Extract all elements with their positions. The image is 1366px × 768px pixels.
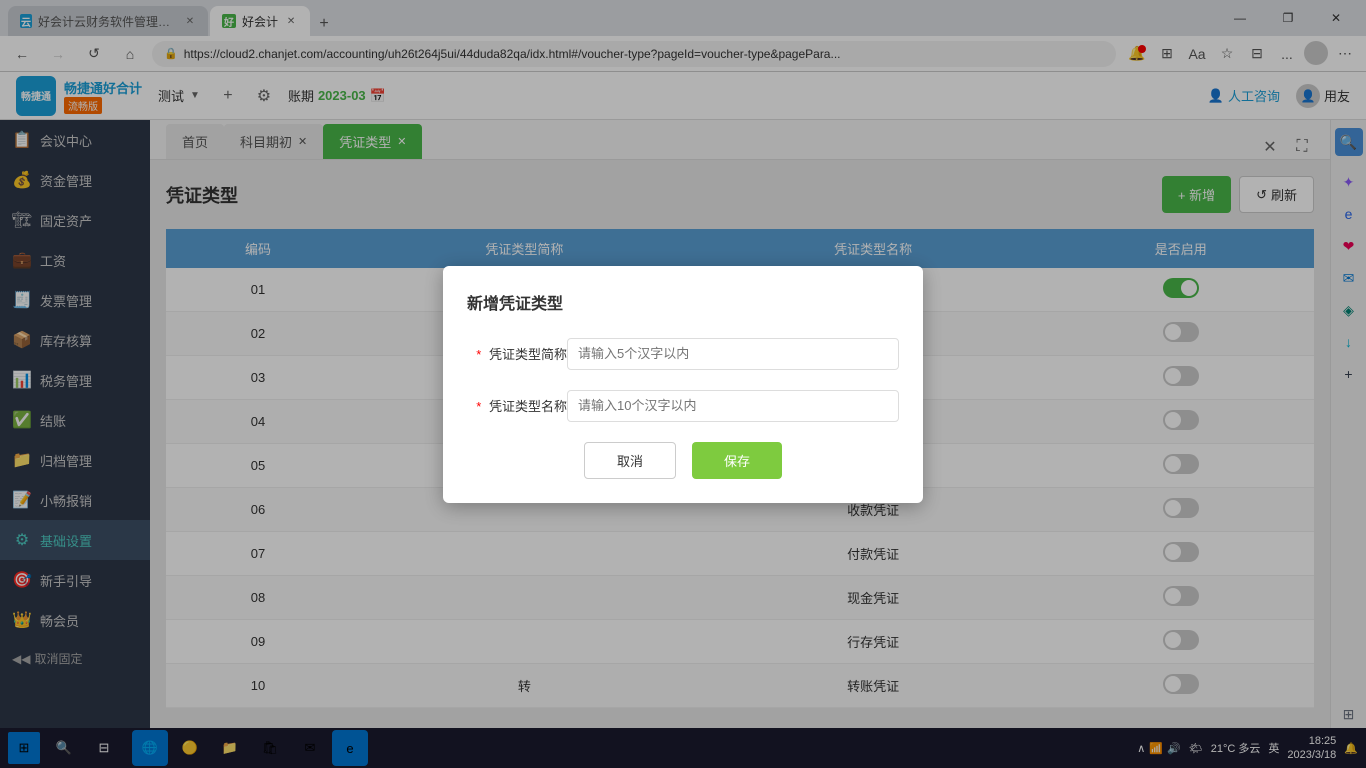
short-name-input[interactable] (567, 338, 899, 370)
full-name-input[interactable] (567, 390, 899, 422)
full-name-label: * 凭证类型名称 (467, 396, 567, 415)
dialog-title: 新增凭证类型 (467, 290, 899, 314)
add-voucher-type-dialog: 新增凭证类型 * 凭证类型简称 * 凭证类型名称 取消 保存 (443, 266, 923, 503)
save-button[interactable]: 保存 (692, 442, 782, 479)
required-star-1: * (476, 347, 481, 362)
required-star-2: * (476, 399, 481, 414)
dialog-overlay: 新增凭证类型 * 凭证类型简称 * 凭证类型名称 取消 保存 (0, 0, 1366, 768)
cancel-button[interactable]: 取消 (584, 442, 676, 479)
short-name-label: * 凭证类型简称 (467, 344, 567, 363)
dialog-footer: 取消 保存 (467, 442, 899, 479)
short-name-row: * 凭证类型简称 (467, 338, 899, 370)
full-name-row: * 凭证类型名称 (467, 390, 899, 422)
